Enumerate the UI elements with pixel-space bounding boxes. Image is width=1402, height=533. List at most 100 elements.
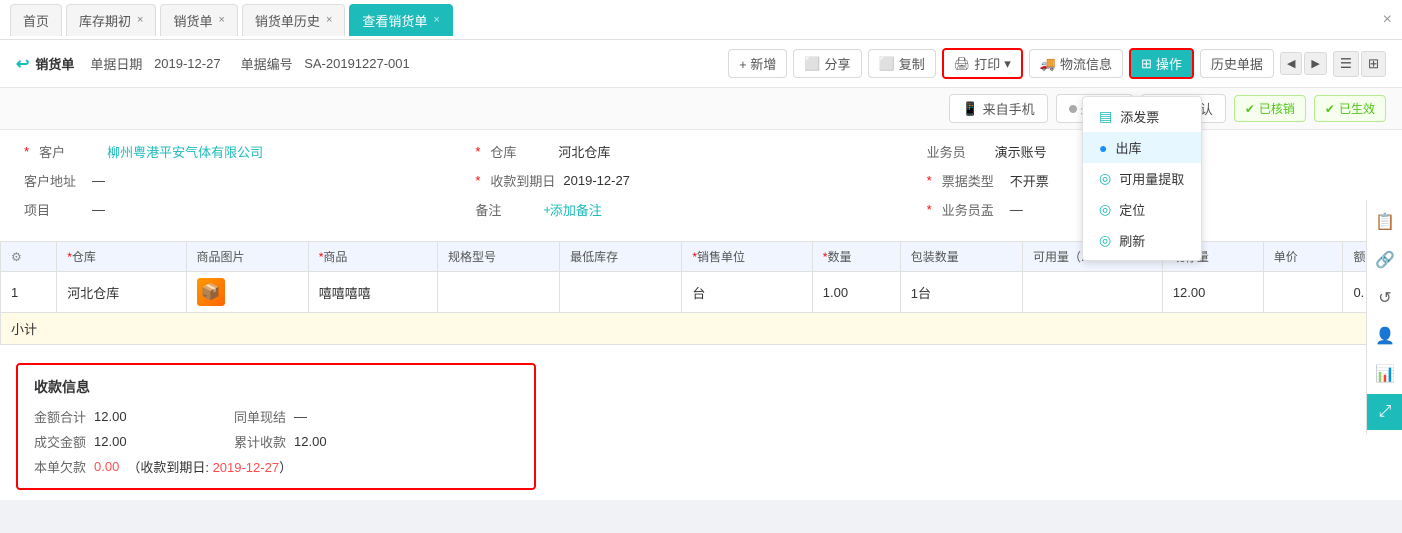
sidebar-icon-3[interactable]: ↺ xyxy=(1367,280,1402,316)
effect-check-icon: ✔ xyxy=(1325,102,1335,116)
cell-product: 嘻嘻嘻嘻 xyxy=(308,272,437,313)
tab-bar: 首页 库存期初 × 销货单 × 销货单历史 × 查看销货单 × × xyxy=(0,0,1402,40)
phone-icon: 📱 xyxy=(962,101,978,117)
prev-button[interactable]: ◀ xyxy=(1280,52,1302,75)
tab-sales-history-close[interactable]: × xyxy=(326,14,332,26)
cumulative-label: 累计收款 xyxy=(234,432,286,451)
due-note: （收款到期日: 2019-12-27） xyxy=(127,457,292,476)
dropdown-item-refresh[interactable]: ◎ 刷新 xyxy=(1083,225,1201,256)
tab-view-sales-close[interactable]: × xyxy=(433,14,439,26)
warehouse-value: 河北仓库 xyxy=(558,142,610,161)
due-amount-value: 0.00 xyxy=(94,459,119,474)
dropdown-item-outbound[interactable]: ● 出库 xyxy=(1083,132,1201,163)
col-product: *商品 xyxy=(308,242,437,272)
col-gear[interactable]: ⚙ xyxy=(1,242,57,272)
print-button[interactable]: 🖨 打印 ▾ xyxy=(942,48,1023,79)
cumulative-row: 累计收款 12.00 xyxy=(234,432,434,451)
grid-view-button[interactable]: ⊞ xyxy=(1361,51,1386,77)
staff2-value: — xyxy=(1010,202,1023,217)
staff-value: 演示账号 xyxy=(995,142,1047,161)
tab-sales-close[interactable]: × xyxy=(218,14,224,26)
col-quantity: *数量 xyxy=(812,242,900,272)
tab-view-sales-label: 查看销货单 xyxy=(362,11,427,30)
customer-value[interactable]: 柳州粤港平安气体有限公司 xyxy=(107,142,263,161)
add-button[interactable]: + 新增 xyxy=(728,49,787,78)
warehouse-group: * 仓库 河北仓库 xyxy=(475,142,926,161)
subtotal-label: 小计 xyxy=(1,313,1402,345)
staff2-label: 业务员盂 xyxy=(942,200,1002,219)
invoice-icon: ▤ xyxy=(1099,108,1112,125)
copy-icon: ⬜ xyxy=(879,56,895,72)
customer-label: 客户 xyxy=(39,142,99,161)
staff-label: 业务员 xyxy=(927,142,987,161)
same-order-row: 同单现结 — xyxy=(234,407,434,426)
sidebar-icon-2[interactable]: 🔗 xyxy=(1367,242,1402,278)
tab-inventory-label: 库存期初 xyxy=(79,11,131,30)
closed-badge[interactable]: ✔ 已核销 xyxy=(1234,95,1306,122)
address-value: — xyxy=(92,173,105,188)
cell-min-stock xyxy=(560,272,682,313)
payment-wrapper: 收款信息 金额合计 12.00 同单现结 — 成交金额 12.00 xyxy=(0,345,1402,500)
view-icons: ☰ ⊞ xyxy=(1333,51,1386,77)
payment-date-group: * 收款到期日 2019-12-27 xyxy=(475,171,926,190)
share-button[interactable]: ⬜ 分享 xyxy=(793,49,861,78)
cell-current-stock: 12.00 xyxy=(1162,272,1263,313)
address-label: 客户地址 xyxy=(24,171,84,190)
cell-quantity: 1.00 xyxy=(812,272,900,313)
tab-home[interactable]: 首页 xyxy=(10,4,62,36)
refresh-icon: ◎ xyxy=(1099,232,1111,249)
tab-view-sales[interactable]: 查看销货单 × xyxy=(349,4,452,36)
cell-spec xyxy=(437,272,559,313)
effect-badge[interactable]: ✔ 已生效 xyxy=(1314,95,1386,122)
tab-sales-history[interactable]: 销货单历史 × xyxy=(242,4,345,36)
tab-sales-history-label: 销货单历史 xyxy=(255,11,320,30)
product-image: 📦 xyxy=(197,278,225,306)
dropdown-item-invoice[interactable]: ▤ 添发票 xyxy=(1083,101,1201,132)
cell-image: 📦 xyxy=(186,272,308,313)
cell-warehouse: 河北仓库 xyxy=(57,272,186,313)
col-min-stock: 最低库存 xyxy=(560,242,682,272)
history-button[interactable]: 历史单据 xyxy=(1200,49,1274,78)
note-group: 备注 + 添加备注 xyxy=(475,200,926,219)
next-button[interactable]: ▶ xyxy=(1304,52,1326,75)
tab-inventory[interactable]: 库存期初 × xyxy=(66,4,156,36)
right-sidebar: 📋 🔗 ↺ 👤 📊 ⤢ xyxy=(1366,200,1402,434)
staff2-required-star: * xyxy=(927,202,932,217)
cumulative-value: 12.00 xyxy=(294,434,327,449)
available-icon: ◎ xyxy=(1099,170,1111,187)
add-note-button[interactable]: + 添加备注 xyxy=(543,200,602,219)
cell-price xyxy=(1263,272,1343,313)
gear-icon[interactable]: ⚙ xyxy=(11,250,22,264)
customer-group: * 客户 柳州粤港平安气体有限公司 xyxy=(24,142,475,161)
logistics-button[interactable]: 🚚 物流信息 xyxy=(1029,49,1123,78)
dropdown-item-available[interactable]: ◎ 可用量提取 xyxy=(1083,163,1201,194)
dropdown-item-locate[interactable]: ◎ 定位 xyxy=(1083,194,1201,225)
col-image: 商品图片 xyxy=(186,242,308,272)
ticket-type-label: 票据类型 xyxy=(942,171,1002,190)
add-note-text: 添加备注 xyxy=(550,200,602,219)
sidebar-icon-5[interactable]: 📊 xyxy=(1367,356,1402,392)
warehouse-required-star: * xyxy=(475,144,480,159)
payment-date-value: 2019-12-27 xyxy=(563,173,630,188)
close-window-button[interactable]: × xyxy=(1383,11,1392,29)
form-title-text: 销货单 xyxy=(35,54,74,73)
sidebar-icon-1[interactable]: 📋 xyxy=(1367,204,1402,240)
table-row: 1 河北仓库 📦 嘻嘻嘻嘻 台 1.00 1台 12.00 xyxy=(1,272,1402,313)
list-view-button[interactable]: ☰ xyxy=(1333,51,1359,77)
from-phone-button[interactable]: 📱 来自手机 xyxy=(949,94,1047,123)
deal-amount-row: 成交金额 12.00 xyxy=(34,432,234,451)
cell-available xyxy=(1022,272,1162,313)
operation-button[interactable]: ⊞ 操作 xyxy=(1129,48,1194,79)
sidebar-icon-expand[interactable]: ⤢ xyxy=(1367,394,1402,430)
tab-sales[interactable]: 销货单 × xyxy=(160,4,237,36)
note-label: 备注 xyxy=(475,200,535,219)
copy-button[interactable]: ⬜ 复制 xyxy=(868,49,936,78)
due-amount-row: 本单欠款 0.00 （收款到期日: 2019-12-27） xyxy=(34,457,434,476)
toolbar-right: + 新增 ⬜ 分享 ⬜ 复制 🖨 打印 ▾ 🚚 物流信息 xyxy=(728,48,1386,79)
print-icon: 🖨 xyxy=(954,56,971,72)
sidebar-icon-4[interactable]: 👤 xyxy=(1367,318,1402,354)
deal-amount-value: 12.00 xyxy=(94,434,127,449)
nav-arrows: ◀ ▶ xyxy=(1280,52,1327,75)
same-order-value: — xyxy=(294,409,307,424)
tab-inventory-close[interactable]: × xyxy=(137,14,143,26)
